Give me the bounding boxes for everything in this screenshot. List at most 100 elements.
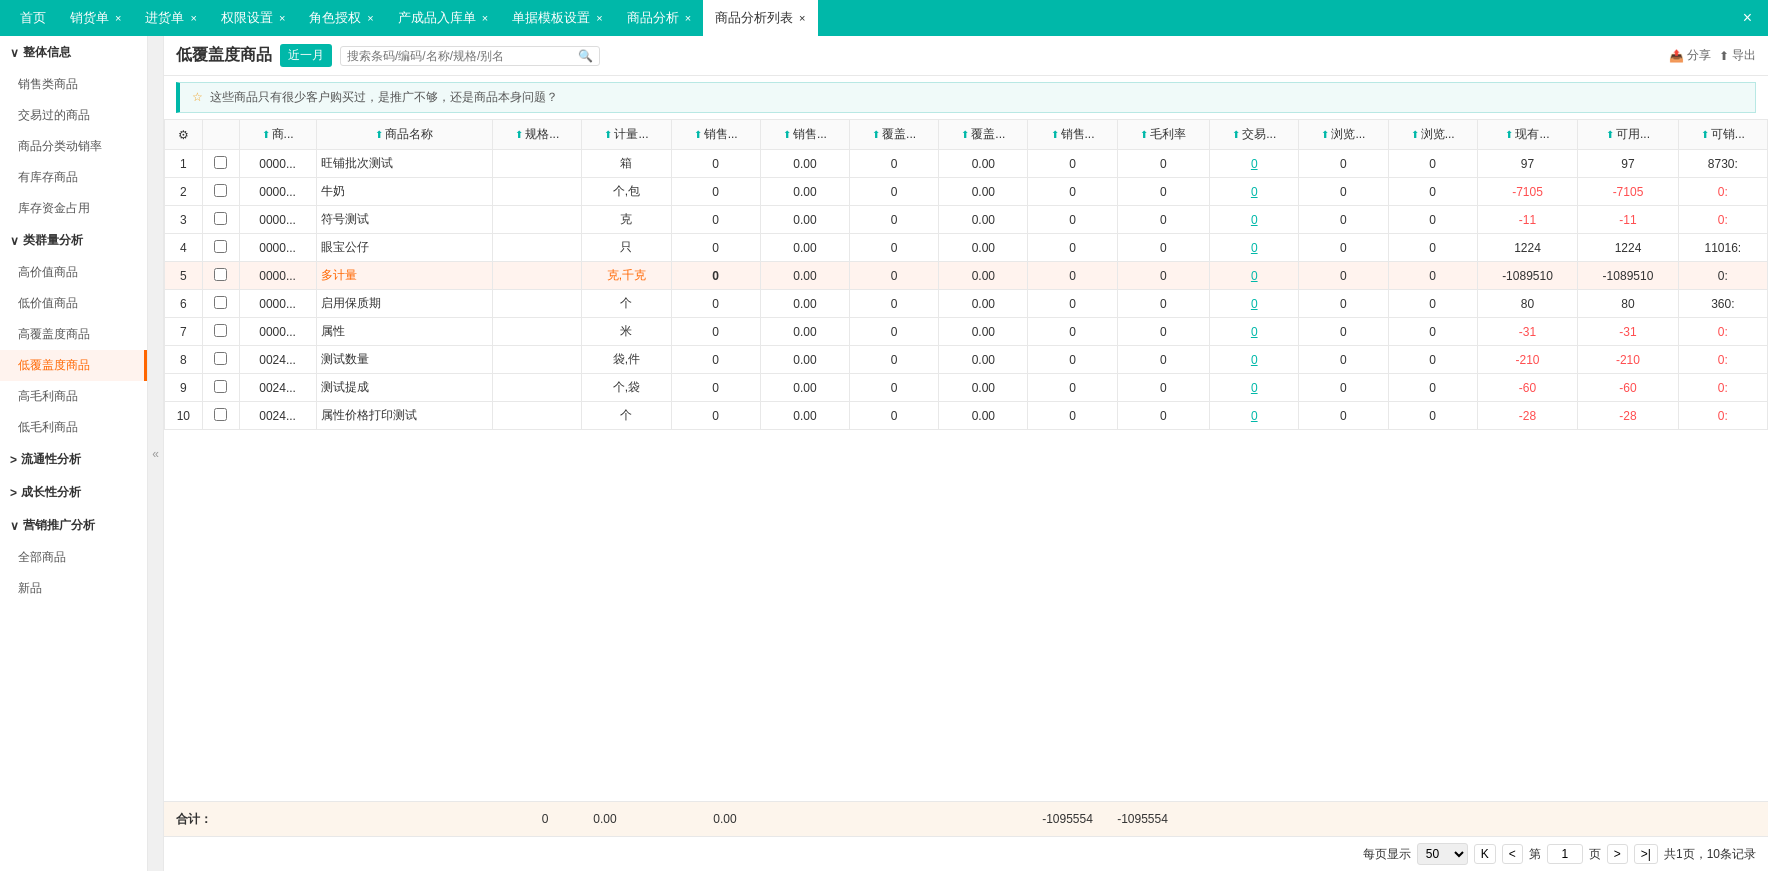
row-sale-stock: 0: [1678,178,1767,206]
nav-close-icon[interactable]: × [482,12,488,24]
nav-close-icon[interactable]: × [190,12,196,24]
column-header-saleStock[interactable]: ⬆可销... [1678,120,1767,150]
row-checkbox[interactable] [214,184,227,197]
search-icon[interactable]: 🔍 [578,49,593,63]
nav-item-进货单[interactable]: 进货单× [133,0,208,36]
sidebar-item-新品[interactable]: 新品 [0,573,147,604]
column-header-salePct[interactable]: ⬆销售... [1028,120,1117,150]
first-page-button[interactable]: K [1474,844,1496,864]
column-header-saleAmt[interactable]: ⬆销售... [760,120,849,150]
sidebar-item-销售类商品[interactable]: 销售类商品 [0,69,147,100]
column-header-tradeAmt[interactable]: ⬆交易... [1210,120,1299,150]
column-header-unit[interactable]: ⬆计量... [582,120,671,150]
sidebar-item-交易过的商品[interactable]: 交易过的商品 [0,100,147,131]
row-checkbox[interactable] [214,352,227,365]
share-button[interactable]: 📤 分享 [1669,47,1711,64]
row-sale-stock: 0: [1678,346,1767,374]
row-sale-pct: 0 [1028,402,1117,430]
column-header-name[interactable]: ⬆商品名称 [316,120,493,150]
nav-close-icon[interactable]: × [279,12,285,24]
sidebar-section-整体信息[interactable]: ∨整体信息 [0,36,147,69]
sidebar-item-有库存商品[interactable]: 有库存商品 [0,162,147,193]
nav-item-权限设置[interactable]: 权限设置× [209,0,297,36]
column-header-spec[interactable]: ⬆规格... [493,120,582,150]
sidebar-item-低覆盖度商品[interactable]: 低覆盖度商品 [0,350,147,381]
nav-close-icon[interactable]: × [115,12,121,24]
row-checkbox[interactable] [214,324,227,337]
nav-item-商品分析[interactable]: 商品分析× [615,0,703,36]
row-number: 1 [165,150,203,178]
sidebar-item-低价值商品[interactable]: 低价值商品 [0,288,147,319]
row-number: 4 [165,234,203,262]
row-trade-amt-link[interactable]: 0 [1251,269,1258,283]
row-unit: 个,包 [582,178,671,206]
nav-item-商品分析列表[interactable]: 商品分析列表× [703,0,817,36]
nav-item-角色授权[interactable]: 角色授权× [297,0,385,36]
column-header-viewQty[interactable]: ⬆浏览... [1299,120,1388,150]
column-header-saleQty[interactable]: ⬆销售... [671,120,760,150]
row-trade-amt-link[interactable]: 0 [1251,353,1258,367]
row-checkbox[interactable] [214,296,227,309]
row-checkbox[interactable] [214,380,227,393]
section-label: 流通性分析 [21,451,81,468]
row-trade-amt-link[interactable]: 0 [1251,325,1258,339]
search-input[interactable] [347,49,578,63]
row-trade-amt-link[interactable]: 0 [1251,409,1258,423]
export-button[interactable]: ⬆ 导出 [1719,47,1756,64]
row-spec [493,290,582,318]
column-header-grossRate[interactable]: ⬆毛利率 [1117,120,1210,150]
row-current-stock: -7105 [1477,178,1577,206]
row-avail-stock: 1224 [1578,234,1678,262]
page-size-select[interactable]: 2050100 [1417,843,1468,865]
window-close-button[interactable]: × [1735,5,1760,31]
row-trade-amt-link[interactable]: 0 [1251,213,1258,227]
period-button[interactable]: 近一月 [280,44,332,67]
row-trade-amt-link[interactable]: 0 [1251,297,1258,311]
nav-item-首页[interactable]: 首页 [8,0,58,36]
column-header-currentStock[interactable]: ⬆现有... [1477,120,1577,150]
column-header-coverQty[interactable]: ⬆覆盖... [850,120,939,150]
footer-sale-amt: 0.00 [575,808,635,830]
sidebar-item-全部商品[interactable]: 全部商品 [0,542,147,573]
sidebar-section-营销推广分析[interactable]: ∨营销推广分析 [0,509,147,542]
sidebar-section-类群量分析[interactable]: ∨类群量分析 [0,224,147,257]
row-trade-amt-link[interactable]: 0 [1251,241,1258,255]
column-header-code[interactable]: ⬆商... [239,120,316,150]
row-trade-amt-link[interactable]: 0 [1251,157,1258,171]
row-cover-amt: 0.00 [939,318,1028,346]
nav-close-icon[interactable]: × [799,12,805,24]
sidebar-item-商品分类动销率[interactable]: 商品分类动销率 [0,131,147,162]
prev-page-button[interactable]: < [1502,844,1523,864]
column-header-coverAmt[interactable]: ⬆覆盖... [939,120,1028,150]
nav-item-产成品入库单[interactable]: 产成品入库单× [386,0,500,36]
nav-close-icon[interactable]: × [596,12,602,24]
column-header-availStock[interactable]: ⬆可用... [1578,120,1678,150]
sidebar-item-库存资金占用[interactable]: 库存资金占用 [0,193,147,224]
sidebar-section-成长性分析[interactable]: >成长性分析 [0,476,147,509]
row-trade-amt-link[interactable]: 0 [1251,185,1258,199]
current-page-input[interactable] [1547,844,1583,864]
row-checkbox[interactable] [214,156,227,169]
nav-item-单据模板设置[interactable]: 单据模板设置× [500,0,614,36]
nav-close-icon[interactable]: × [685,12,691,24]
sidebar-item-高覆盖度商品[interactable]: 高覆盖度商品 [0,319,147,350]
row-checkbox[interactable] [214,408,227,421]
sidebar-section-流通性分析[interactable]: >流通性分析 [0,443,147,476]
row-number: 8 [165,346,203,374]
row-checkbox[interactable] [214,268,227,281]
row-number: 5 [165,262,203,290]
nav-close-icon[interactable]: × [367,12,373,24]
row-spec [493,346,582,374]
nav-item-销货单[interactable]: 销货单× [58,0,133,36]
sidebar-item-高价值商品[interactable]: 高价值商品 [0,257,147,288]
sidebar-item-低毛利商品[interactable]: 低毛利商品 [0,412,147,443]
sidebar-item-高毛利商品[interactable]: 高毛利商品 [0,381,147,412]
row-checkbox[interactable] [214,240,227,253]
next-page-button[interactable]: > [1607,844,1628,864]
sidebar-collapse-button[interactable]: « [148,36,164,871]
table-row: 90024...测试提成个,袋00.0000.0000000-60-600: [165,374,1768,402]
row-checkbox[interactable] [214,212,227,225]
last-page-button[interactable]: >| [1634,844,1658,864]
column-header-viewAmt[interactable]: ⬆浏览... [1388,120,1477,150]
row-trade-amt-link[interactable]: 0 [1251,381,1258,395]
